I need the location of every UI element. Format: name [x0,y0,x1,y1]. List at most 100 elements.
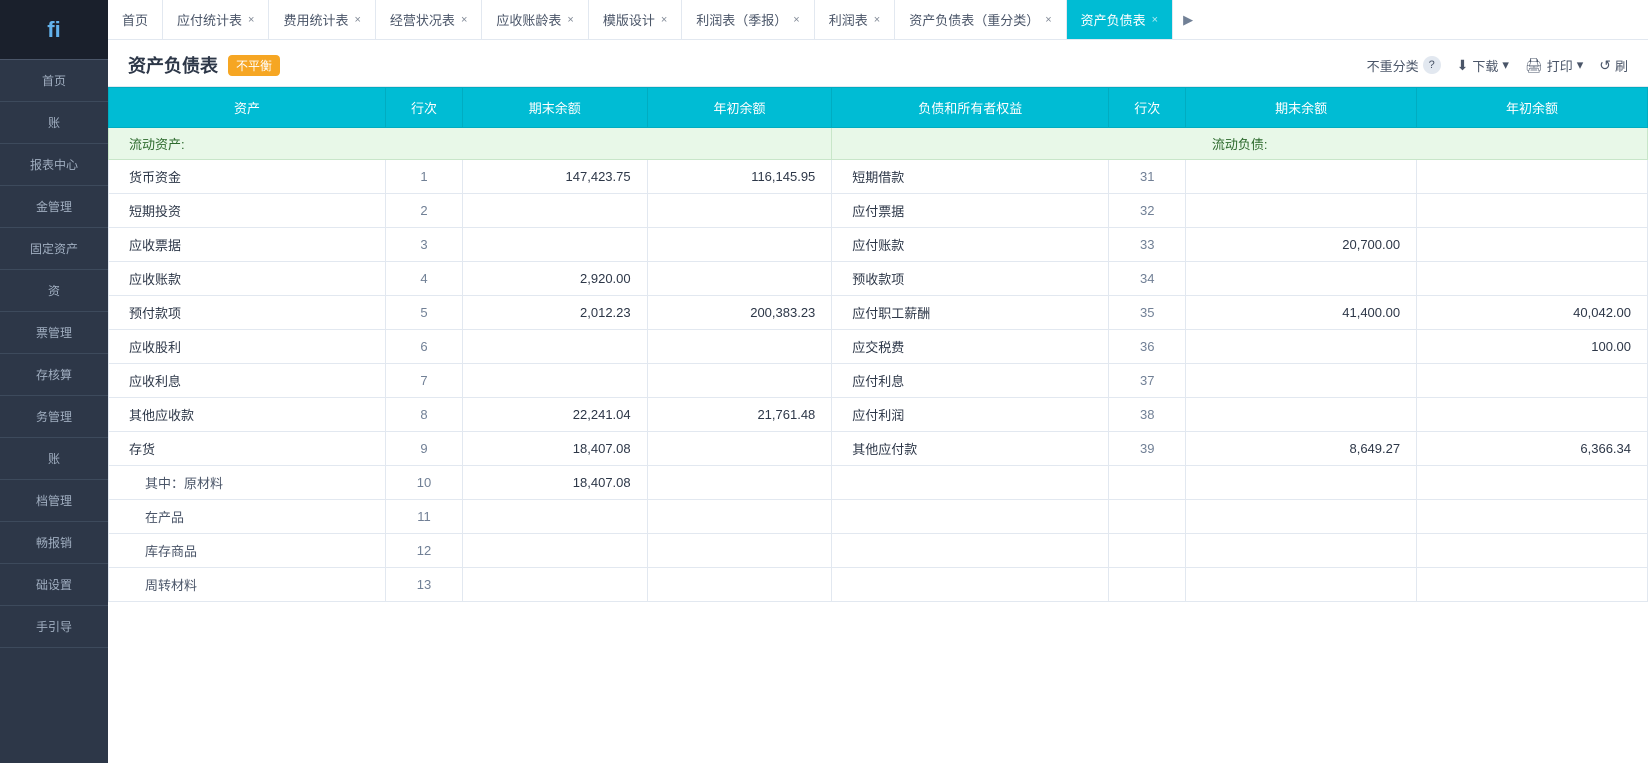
asset-label: 预付款项 [109,296,386,330]
tab-profit[interactable]: 利润表 × [815,0,895,40]
sidebar-item-settings[interactable]: 础设置 [0,564,108,606]
help-icon[interactable]: ? [1423,56,1441,74]
tab-close-profit-quarterly[interactable]: × [793,14,799,26]
row-number2: 31 [1109,160,1186,194]
sidebar-item-guide[interactable]: 手引导 [0,606,108,648]
year-start-amount [647,330,832,364]
row-number: 9 [386,432,463,466]
page-header: 资产负债表 不平衡 不重分类 ? ⬇ 下载 ▾ 🖨 打印 ▾ ↺ 刷 [108,40,1648,87]
page-title-area: 资产负债表 不平衡 [128,52,280,78]
tab-scroll-right[interactable]: ▶ [1173,12,1203,28]
year-start-amount2 [1417,398,1648,432]
liability-label: 预收款项 [832,262,1109,296]
period-end-amount2 [1186,364,1417,398]
refresh-btn[interactable]: ↺ 刷 [1599,56,1628,75]
sidebar-item-affairs[interactable]: 务管理 [0,396,108,438]
header-row-num: 行次 [386,88,463,128]
year-start-amount [647,262,832,296]
table-row: 其他应收款 8 22,241.04 21,761.48 应付利润 38 [109,398,1648,432]
table-row: 应收票据 3 应付账款 33 20,700.00 [109,228,1648,262]
year-start-amount2 [1417,262,1648,296]
period-end-amount: 22,241.04 [462,398,647,432]
tab-payable-stats[interactable]: 应付统计表 × [163,0,269,40]
liability-label [832,500,1109,534]
sidebar-item-expense[interactable]: 畅报销 [0,522,108,564]
year-start-amount2 [1417,160,1648,194]
row-number2: 39 [1109,432,1186,466]
table-row: 周转材料 13 [109,568,1648,602]
row-number2: 35 [1109,296,1186,330]
section-label-left: 流动资产: [109,128,832,160]
period-end-amount2 [1186,262,1417,296]
sidebar-item-invest[interactable]: 资 [0,270,108,312]
period-end-amount2 [1186,500,1417,534]
print-btn[interactable]: 🖨 打印 ▾ [1525,56,1583,75]
tab-close-ar-aging[interactable]: × [567,14,573,26]
liability-label: 应付票据 [832,194,1109,228]
table-row: 应收利息 7 应付利息 37 [109,364,1648,398]
period-end-amount: 2,920.00 [462,262,647,296]
liability-label [832,466,1109,500]
tab-ar-aging[interactable]: 应收账龄表 × [482,0,588,40]
year-start-amount [647,466,832,500]
tab-expense-stats[interactable]: 费用统计表 × [269,0,375,40]
sidebar-item-inventory[interactable]: 存核算 [0,354,108,396]
sidebar-item-ticket-mgmt[interactable]: 票管理 [0,312,108,354]
year-start-amount2 [1417,466,1648,500]
row-number: 8 [386,398,463,432]
header-liabilities: 负债和所有者权益 [832,88,1109,128]
row-number: 1 [386,160,463,194]
asset-label: 存货 [109,432,386,466]
period-end-amount [462,194,647,228]
tab-balance-reclassify[interactable]: 资产负债表（重分类） × [895,0,1066,40]
row-number2: 37 [1109,364,1186,398]
tab-close-operations[interactable]: × [461,14,467,26]
asset-label: 在产品 [109,500,386,534]
year-start-amount [647,568,832,602]
sidebar-item-account[interactable]: 账 [0,102,108,144]
year-start-amount: 200,383.23 [647,296,832,330]
download-btn[interactable]: ⬇ 下载 ▾ [1457,56,1509,75]
tab-close-payable-stats[interactable]: × [248,14,254,26]
sidebar-item-home[interactable]: 首页 [0,60,108,102]
sidebar-item-ledger[interactable]: 账 [0,438,108,480]
no-reclassify-btn[interactable]: 不重分类 ? [1367,56,1441,75]
asset-label: 应收账款 [109,262,386,296]
row-number2: 32 [1109,194,1186,228]
tab-balance[interactable]: 资产负债表 × [1067,0,1173,40]
table-row: 短期投资 2 应付票据 32 [109,194,1648,228]
period-end-amount [462,534,647,568]
asset-label: 货币资金 [109,160,386,194]
refresh-icon: ↺ [1599,57,1611,74]
sidebar-item-report-center[interactable]: 报表中心 [0,144,108,186]
table-row: 存货 9 18,407.08 其他应付款 39 8,649.27 6,366.3… [109,432,1648,466]
tab-close-expense-stats[interactable]: × [354,14,360,26]
sidebar-item-fund-mgmt[interactable]: 金管理 [0,186,108,228]
sidebar-logo: fi [0,0,108,60]
tab-close-balance[interactable]: × [1152,14,1158,26]
year-start-amount2 [1417,568,1648,602]
sidebar: fi 首页 账 报表中心 金管理 固定资产 资 票管理 存核算 务管理 账 档管… [0,0,108,763]
row-number: 7 [386,364,463,398]
period-end-amount [462,330,647,364]
row-number: 6 [386,330,463,364]
tab-operations[interactable]: 经营状况表 × [376,0,482,40]
tab-profit-quarterly[interactable]: 利润表（季报） × [682,0,814,40]
section-label-right: 流动负债: [832,128,1648,160]
tab-close-template[interactable]: × [661,14,667,26]
liability-label: 短期借款 [832,160,1109,194]
tab-template[interactable]: 模版设计 × [589,0,682,40]
tab-close-profit[interactable]: × [874,14,880,26]
year-start-amount2: 40,042.00 [1417,296,1648,330]
sidebar-item-fixed-assets[interactable]: 固定资产 [0,228,108,270]
liability-label: 应交税费 [832,330,1109,364]
period-end-amount2 [1186,534,1417,568]
sidebar-item-archive[interactable]: 档管理 [0,480,108,522]
liability-label: 应付利息 [832,364,1109,398]
tab-close-balance-reclassify[interactable]: × [1045,14,1051,26]
table-row: 货币资金 1 147,423.75 116,145.95 短期借款 31 [109,160,1648,194]
row-number2 [1109,466,1186,500]
row-number: 13 [386,568,463,602]
tab-home[interactable]: 首页 [108,0,163,40]
asset-label: 库存商品 [109,534,386,568]
